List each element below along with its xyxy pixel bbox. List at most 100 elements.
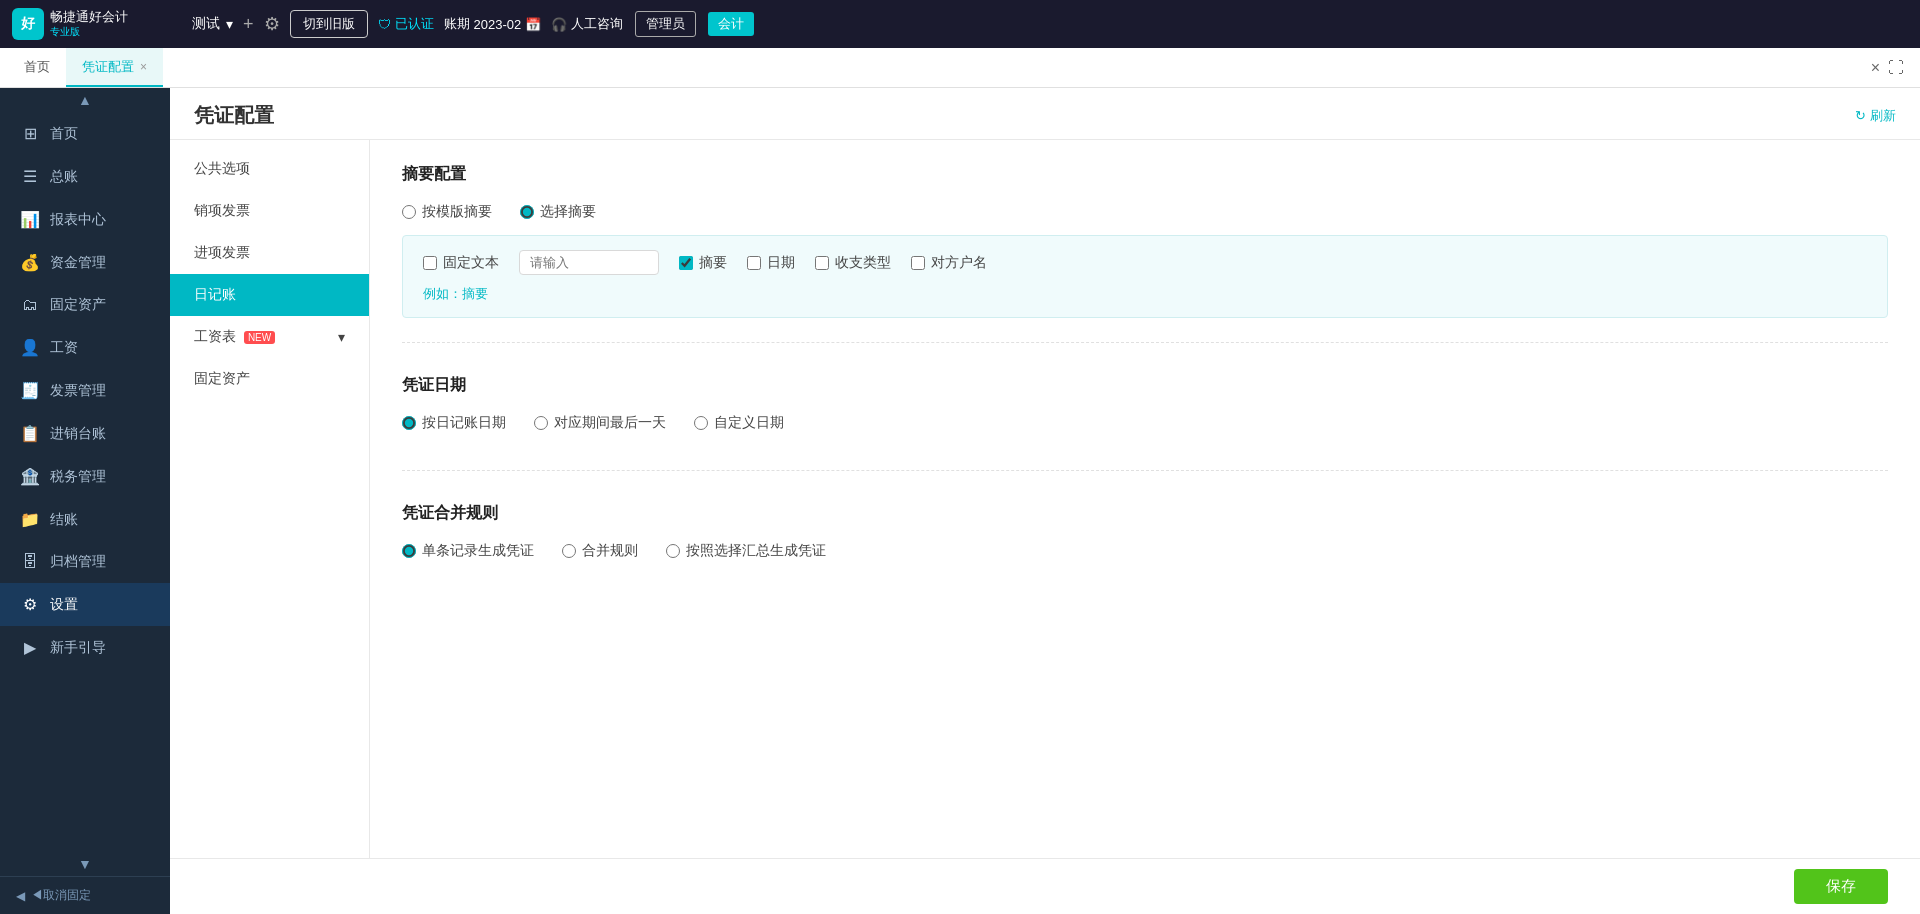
summary-option-select[interactable]: 选择摘要 [520, 203, 596, 221]
company-name: 测试 [192, 15, 220, 33]
sidebar-item-guide-label: 新手引导 [50, 639, 106, 657]
summary-checkbox[interactable] [679, 256, 693, 270]
merge-merge-radio[interactable] [562, 544, 576, 558]
report-icon: 📊 [20, 210, 40, 229]
left-nav-fixed-asset[interactable]: 固定资产 [170, 358, 369, 400]
sidebar-item-archive[interactable]: 🗄 归档管理 [0, 541, 170, 583]
header-settings-button[interactable]: ⚙ [264, 13, 280, 35]
date-option-custom[interactable]: 自定义日期 [694, 414, 784, 432]
income-type-checkbox[interactable] [815, 256, 829, 270]
sidebar-item-settings-label: 设置 [50, 596, 78, 614]
content-header: 凭证配置 ↻ 刷新 [170, 88, 1920, 140]
logo-text: 畅捷通好会计 [50, 9, 128, 26]
date-custom-radio[interactable] [694, 416, 708, 430]
summary-checkbox-option[interactable]: 摘要 [679, 254, 727, 272]
accountant-button[interactable]: 会计 [708, 12, 754, 36]
summary-template-radio[interactable] [402, 205, 416, 219]
merge-summary-gen-radio[interactable] [666, 544, 680, 558]
sidebar-item-guide[interactable]: ▶ 新手引导 [0, 626, 170, 669]
sidebar-scroll-up-button[interactable]: ▲ [78, 92, 92, 108]
sidebar-item-home-label: 首页 [50, 125, 78, 143]
sidebar-item-ledger-label: 总账 [50, 168, 78, 186]
sidebar-item-close[interactable]: 📁 结账 [0, 498, 170, 541]
date-period-last-radio[interactable] [534, 416, 548, 430]
date-checkbox[interactable] [747, 256, 761, 270]
save-button[interactable]: 保存 [1794, 869, 1888, 904]
left-nav-sales-invoice[interactable]: 销项发票 [170, 190, 369, 232]
close-period-icon: 📁 [20, 510, 40, 529]
company-selector[interactable]: 测试 ▾ [192, 15, 233, 33]
sidebar-item-invoice[interactable]: 🧾 发票管理 [0, 369, 170, 412]
sidebar: ▲ ⊞ 首页 ☰ 总账 📊 报表中心 💰 资金管理 🗂 固定资产 [0, 88, 170, 914]
tab-voucher-config[interactable]: 凭证配置 × [66, 48, 163, 87]
admin-button[interactable]: 管理员 [635, 11, 696, 37]
tab-close-icon[interactable]: × [140, 60, 147, 74]
shield-icon: 🛡 [378, 17, 391, 32]
chevron-down-icon: ▾ [226, 16, 233, 32]
sidebar-item-asset[interactable]: 🗂 固定资产 [0, 284, 170, 326]
fund-icon: 💰 [20, 253, 40, 272]
add-company-button[interactable]: + [243, 14, 254, 35]
sidebar-item-home[interactable]: ⊞ 首页 [0, 112, 170, 155]
merge-single-radio[interactable] [402, 544, 416, 558]
ledger-icon: ☰ [20, 167, 40, 186]
header-right: 🎧 人工咨询 管理员 会计 [551, 11, 754, 37]
sidebar-item-ledger[interactable]: ☰ 总账 [0, 155, 170, 198]
config-content: 摘要配置 按模版摘要 选择摘要 [370, 140, 1920, 858]
sidebar-pin[interactable]: ◀ ◀取消固定 [0, 876, 170, 914]
refresh-button[interactable]: ↻ 刷新 [1855, 107, 1896, 125]
merge-option-summary-gen[interactable]: 按照选择汇总生成凭证 [666, 542, 826, 560]
date-section: 凭证日期 按日记账日期 对应期间最后一天 自定义日期 [402, 375, 1888, 471]
tab-home[interactable]: 首页 [8, 48, 66, 87]
fixed-text-checkbox-option[interactable]: 固定文本 [423, 254, 499, 272]
sidebar-item-report-label: 报表中心 [50, 211, 106, 229]
pin-label: ◀取消固定 [31, 887, 91, 904]
switch-old-version-button[interactable]: 切到旧版 [290, 10, 368, 38]
human-service-link[interactable]: 🎧 人工咨询 [551, 15, 623, 33]
merge-option-merge[interactable]: 合并规则 [562, 542, 638, 560]
summary-select-radio[interactable] [520, 205, 534, 219]
inner-layout: 公共选项 销项发票 进项发票 日记账 工资表 NEW ▾ [170, 140, 1920, 858]
merge-option-single[interactable]: 单条记录生成凭证 [402, 542, 534, 560]
sidebar-scroll-down-button[interactable]: ▼ [78, 856, 92, 872]
tab-voucher-config-label: 凭证配置 [82, 58, 134, 76]
certified-badge: 🛡 已认证 [378, 15, 434, 33]
fullscreen-button[interactable]: ⛶ [1888, 59, 1904, 77]
left-nav-purchase-invoice[interactable]: 进项发票 [170, 232, 369, 274]
calendar-icon[interactable]: 📅 [525, 17, 541, 32]
income-type-checkbox-option[interactable]: 收支类型 [815, 254, 891, 272]
sidebar-item-sales[interactable]: 📋 进销台账 [0, 412, 170, 455]
left-nav-journal[interactable]: 日记账 [170, 274, 369, 316]
left-nav-public[interactable]: 公共选项 [170, 148, 369, 190]
date-checkbox-option[interactable]: 日期 [747, 254, 795, 272]
archive-icon: 🗄 [20, 553, 40, 571]
sidebar-item-invoice-label: 发票管理 [50, 382, 106, 400]
date-journal-radio[interactable] [402, 416, 416, 430]
sidebar-item-archive-label: 归档管理 [50, 553, 106, 571]
sidebar-item-settings[interactable]: ⚙ 设置 [0, 583, 170, 626]
close-tab-button[interactable]: × [1871, 59, 1880, 77]
logo-icon: 好 [12, 8, 44, 40]
date-option-journal[interactable]: 按日记账日期 [402, 414, 506, 432]
sidebar-item-fund[interactable]: 💰 资金管理 [0, 241, 170, 284]
summary-option-template[interactable]: 按模版摘要 [402, 203, 492, 221]
sidebar-item-report[interactable]: 📊 报表中心 [0, 198, 170, 241]
fixed-text-checkbox[interactable] [423, 256, 437, 270]
counterpart-checkbox-option[interactable]: 对方户名 [911, 254, 987, 272]
sidebar-item-close-label: 结账 [50, 511, 78, 529]
date-option-period-last[interactable]: 对应期间最后一天 [534, 414, 666, 432]
summary-section: 摘要配置 按模版摘要 选择摘要 [402, 164, 1888, 343]
date-radio-group: 按日记账日期 对应期间最后一天 自定义日期 [402, 414, 1888, 432]
fixed-text-input[interactable] [519, 250, 659, 275]
sidebar-item-tax[interactable]: 🏦 税务管理 [0, 455, 170, 498]
salary-icon: 👤 [20, 338, 40, 357]
sidebar-item-fund-label: 资金管理 [50, 254, 106, 272]
left-nav: 公共选项 销项发票 进项发票 日记账 工资表 NEW ▾ [170, 140, 370, 858]
left-nav-payroll[interactable]: 工资表 NEW ▾ [170, 316, 369, 358]
invoice-icon: 🧾 [20, 381, 40, 400]
sidebar-item-salary[interactable]: 👤 工资 [0, 326, 170, 369]
counterpart-checkbox[interactable] [911, 256, 925, 270]
sidebar-scroll-down-area: ▼ [0, 852, 170, 876]
sidebar-item-salary-label: 工资 [50, 339, 78, 357]
sidebar-item-tax-label: 税务管理 [50, 468, 106, 486]
